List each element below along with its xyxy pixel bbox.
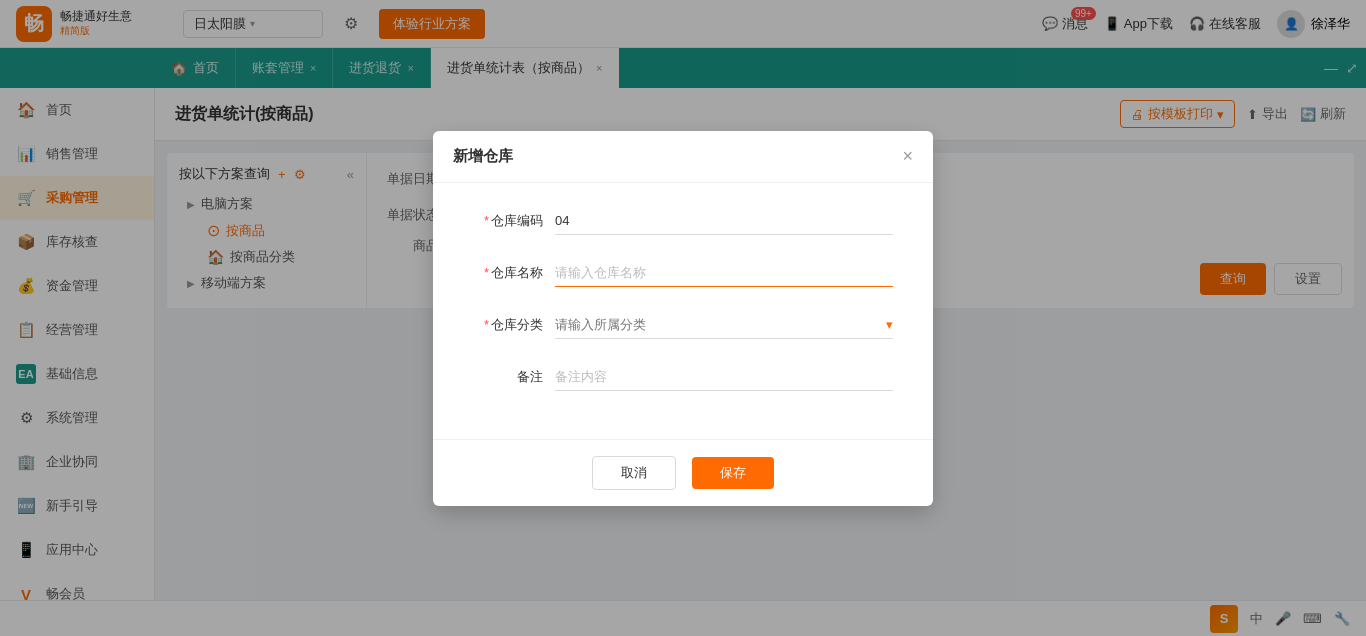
warehouse-code-input[interactable] <box>555 207 893 235</box>
add-warehouse-modal: 新增仓库 × *仓库编码 *仓库名称 *仓库分类 <box>433 131 933 506</box>
category-required-mark: * <box>484 317 489 332</box>
modal-close-button[interactable]: × <box>902 147 913 165</box>
form-row-code: *仓库编码 <box>473 207 893 235</box>
category-dropdown-arrow[interactable]: ▾ <box>886 317 893 332</box>
warehouse-name-input[interactable] <box>555 259 893 287</box>
modal-title: 新增仓库 <box>453 147 513 166</box>
warehouse-category-input[interactable] <box>555 311 886 338</box>
modal-header: 新增仓库 × <box>433 131 933 183</box>
category-select-wrapper: ▾ <box>555 311 893 339</box>
code-required-mark: * <box>484 213 489 228</box>
form-row-category: *仓库分类 ▾ <box>473 311 893 339</box>
modal-footer: 取消 保存 <box>433 439 933 506</box>
name-required-mark: * <box>484 265 489 280</box>
name-label: *仓库名称 <box>473 264 543 282</box>
cancel-button[interactable]: 取消 <box>592 456 676 490</box>
remark-input[interactable] <box>555 363 893 391</box>
remark-label: 备注 <box>473 368 543 386</box>
modal-body: *仓库编码 *仓库名称 *仓库分类 ▾ <box>433 183 933 439</box>
modal-overlay[interactable]: 新增仓库 × *仓库编码 *仓库名称 *仓库分类 <box>0 0 1366 636</box>
save-button[interactable]: 保存 <box>692 457 774 489</box>
category-label: *仓库分类 <box>473 316 543 334</box>
form-row-remark: 备注 <box>473 363 893 391</box>
code-label: *仓库编码 <box>473 212 543 230</box>
form-row-name: *仓库名称 <box>473 259 893 287</box>
